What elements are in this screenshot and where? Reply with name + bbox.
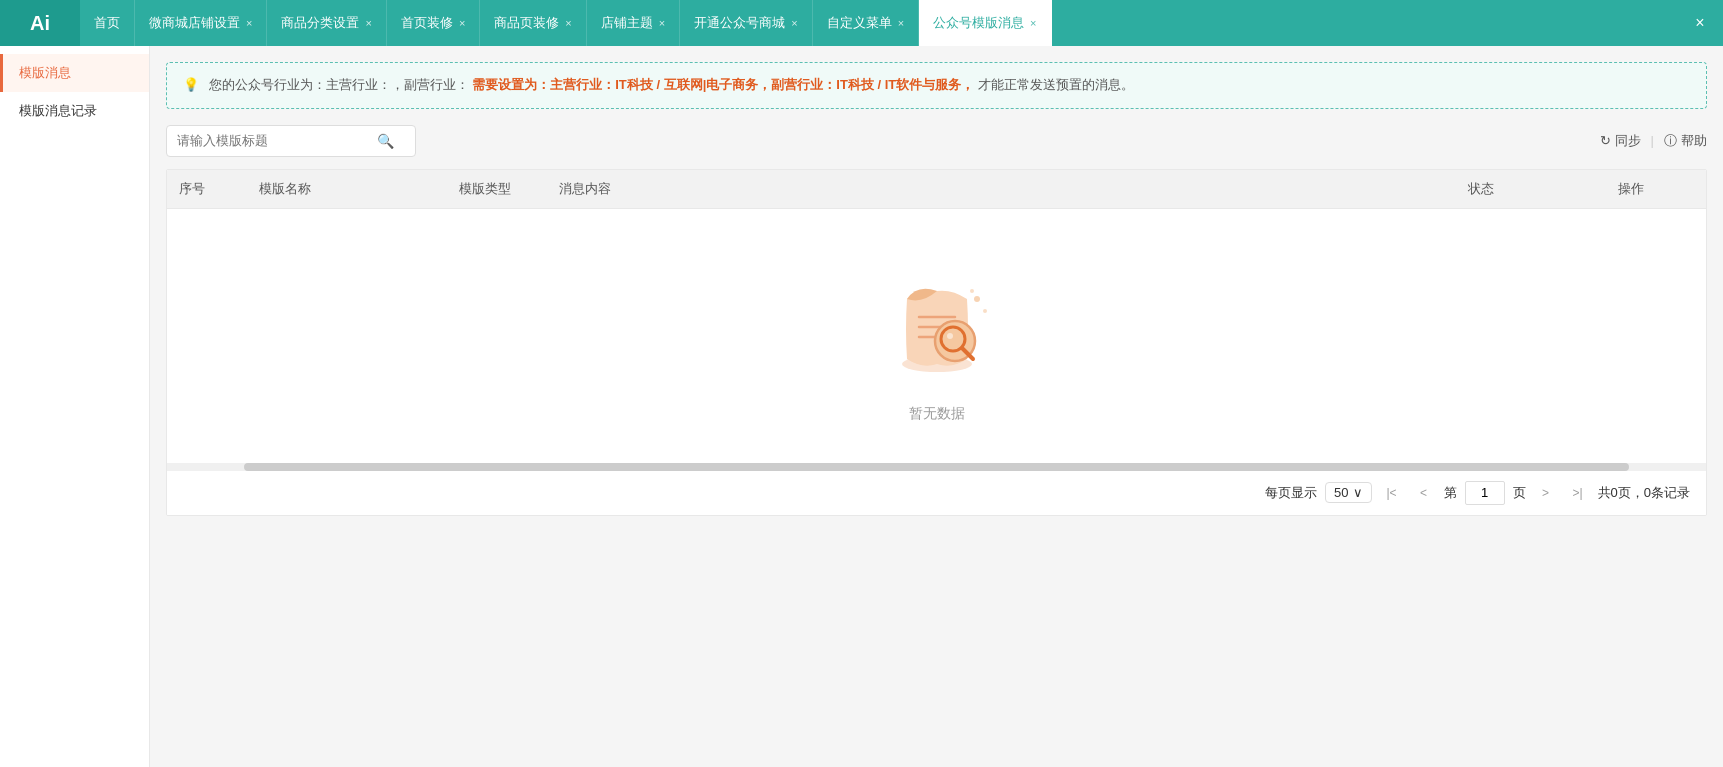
table-header-row: 序号 模版名称 模版类型 消息内容 状态 操作 <box>167 170 1706 209</box>
close-tab-shop-theme[interactable]: × <box>659 17 665 29</box>
close-tab-product-category[interactable]: × <box>365 17 371 29</box>
tab-product-category[interactable]: 商品分类设置 × <box>267 0 386 46</box>
page-size-label: 每页显示 <box>1265 484 1317 502</box>
tab-bar: 首页 微商城店铺设置 × 商品分类设置 × 首页装修 × 商品页装修 × 店铺主… <box>80 0 1677 46</box>
col-content: 消息内容 <box>547 170 1456 209</box>
empty-text: 暂无数据 <box>909 405 965 423</box>
content-area: 💡 您的公众号行业为：主营行业：，副营行业： 需要设置为：主营行业：IT科技 /… <box>150 46 1723 767</box>
main-layout: 模版消息 模版消息记录 💡 您的公众号行业为：主营行业：，副营行业： 需要设置为… <box>0 46 1723 767</box>
page-label: 第 <box>1444 484 1457 502</box>
col-index: 序号 <box>167 170 247 209</box>
close-tab-open-mall[interactable]: × <box>791 17 797 29</box>
search-icon[interactable]: 🔍 <box>377 133 394 149</box>
col-action: 操作 <box>1606 170 1706 209</box>
data-table-wrapper: 序号 模版名称 模版类型 消息内容 状态 操作 <box>166 169 1707 516</box>
close-tab-homepage-decor[interactable]: × <box>459 17 465 29</box>
close-tab-custom-menu[interactable]: × <box>898 17 904 29</box>
dropdown-icon: ∨ <box>1353 485 1363 500</box>
tab-open-mall[interactable]: 开通公众号商城 × <box>680 0 812 46</box>
empty-row: 暂无数据 <box>167 208 1706 463</box>
prev-page-icon: < <box>1420 486 1427 500</box>
page-number-input[interactable] <box>1465 481 1505 505</box>
tab-homepage-decor[interactable]: 首页装修 × <box>387 0 480 46</box>
help-button[interactable]: ⓘ 帮助 <box>1664 132 1707 150</box>
action-divider: | <box>1651 133 1654 148</box>
svg-point-8 <box>974 296 980 302</box>
sync-icon: ↻ <box>1600 133 1611 148</box>
svg-point-10 <box>970 289 974 293</box>
col-status: 状态 <box>1456 170 1606 209</box>
first-page-button[interactable]: |< <box>1380 481 1404 505</box>
search-bar: 🔍 ↻ 同步 | ⓘ 帮助 <box>166 125 1707 157</box>
tab-wechat-shop[interactable]: 微商城店铺设置 × <box>135 0 267 46</box>
empty-illustration <box>877 269 997 389</box>
sidebar: 模版消息 模版消息记录 <box>0 46 150 767</box>
tab-custom-menu[interactable]: 自定义菜单 × <box>813 0 919 46</box>
info-banner: 💡 您的公众号行业为：主营行业：，副营行业： 需要设置为：主营行业：IT科技 /… <box>166 62 1707 109</box>
app-logo: Ai <box>0 0 80 46</box>
close-tab-template-msg[interactable]: × <box>1030 17 1036 29</box>
empty-state: 暂无数据 <box>167 209 1706 463</box>
tab-product-page-decor[interactable]: 商品页装修 × <box>480 0 586 46</box>
sidebar-item-template-msg[interactable]: 模版消息 <box>0 54 149 92</box>
search-input-wrapper: 🔍 <box>166 125 416 157</box>
last-page-button[interactable]: >| <box>1566 481 1590 505</box>
tab-shop-theme[interactable]: 店铺主题 × <box>587 0 680 46</box>
data-table: 序号 模版名称 模版类型 消息内容 状态 操作 <box>167 170 1706 463</box>
search-actions: ↻ 同步 | ⓘ 帮助 <box>1600 132 1707 150</box>
total-info: 共0页，0条记录 <box>1598 484 1690 502</box>
next-page-button[interactable]: > <box>1534 481 1558 505</box>
svg-point-7 <box>947 333 953 339</box>
pagination: 每页显示 50 ∨ |< < 第 页 > >| <box>167 471 1706 515</box>
tab-home[interactable]: 首页 <box>80 0 135 46</box>
search-input[interactable] <box>177 133 377 148</box>
top-nav: Ai 首页 微商城店铺设置 × 商品分类设置 × 首页装修 × 商品页装修 × … <box>0 0 1723 46</box>
sidebar-item-template-msg-records[interactable]: 模版消息记录 <box>0 92 149 130</box>
next-page-icon: > <box>1542 486 1549 500</box>
page-size-value: 50 <box>1334 485 1348 500</box>
bulb-icon: 💡 <box>183 77 199 92</box>
tab-template-msg[interactable]: 公众号模版消息 × <box>919 0 1051 46</box>
last-page-icon: >| <box>1572 486 1582 500</box>
close-tab-wechat-shop[interactable]: × <box>246 17 252 29</box>
col-type: 模版类型 <box>447 170 547 209</box>
svg-point-9 <box>983 309 987 313</box>
horizontal-scrollbar[interactable] <box>167 463 1706 471</box>
scroll-thumb <box>244 463 1629 471</box>
close-all-tabs[interactable]: × <box>1677 0 1723 46</box>
table-header: 序号 模版名称 模版类型 消息内容 状态 操作 <box>167 170 1706 209</box>
page-size-select[interactable]: 50 ∨ <box>1325 482 1371 503</box>
prev-page-button[interactable]: < <box>1412 481 1436 505</box>
page-unit: 页 <box>1513 484 1526 502</box>
close-tab-product-page-decor[interactable]: × <box>565 17 571 29</box>
help-icon: ⓘ <box>1664 132 1677 150</box>
sync-button[interactable]: ↻ 同步 <box>1600 132 1641 150</box>
first-page-icon: |< <box>1386 486 1396 500</box>
col-name: 模版名称 <box>247 170 447 209</box>
table-body: 暂无数据 <box>167 208 1706 463</box>
